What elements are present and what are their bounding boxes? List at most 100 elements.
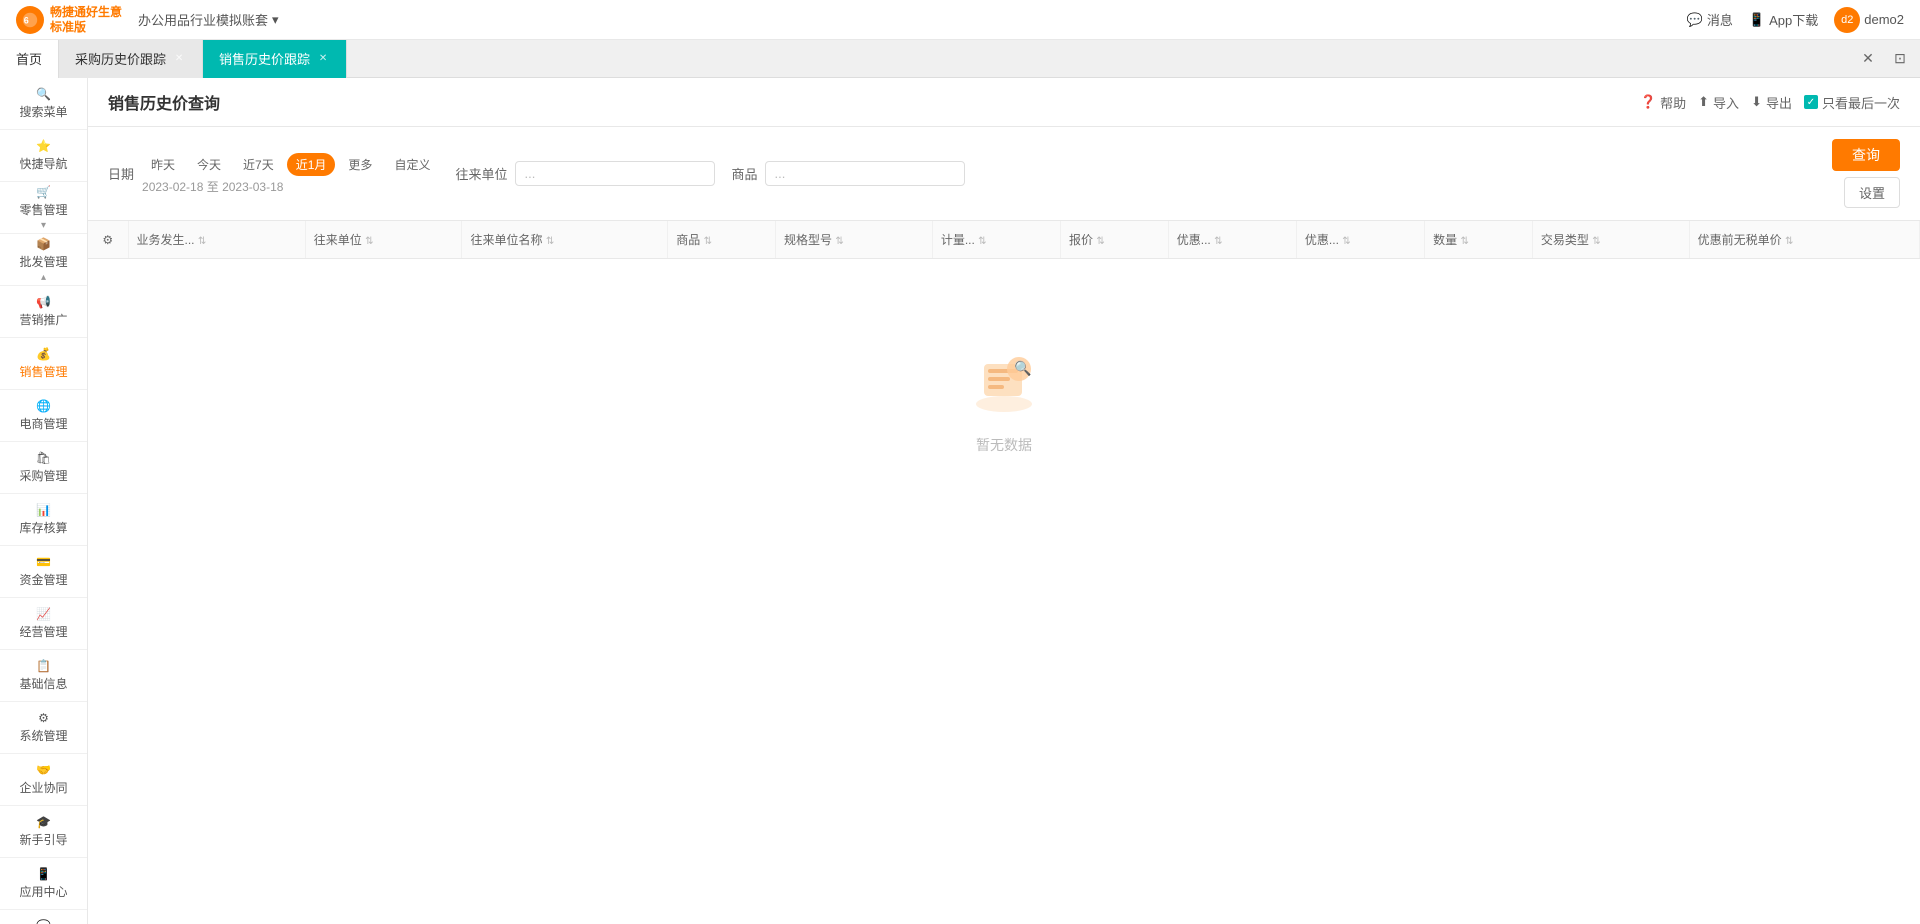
export-action[interactable]: ⬇ 导出 xyxy=(1751,93,1792,112)
th-supplier-name[interactable]: 往来单位名称 ⇅ xyxy=(462,221,668,259)
th-pre-discount-price[interactable]: 优惠前无税单价 ⇅ xyxy=(1689,221,1919,259)
date-btn-yesterday[interactable]: 昨天 xyxy=(142,153,184,176)
sidebar-item-retail-mgmt[interactable]: 🛒 零售管理 ▾ xyxy=(0,182,87,234)
sidebar-item-new-guide[interactable]: 🎓 新手引导 xyxy=(0,806,87,858)
ops-icon: 📈 xyxy=(36,607,51,621)
user-profile[interactable]: d2 demo2 xyxy=(1834,7,1904,33)
wholesale-icon: 📦 xyxy=(36,237,51,251)
message-action[interactable]: 💬 消息 xyxy=(1687,10,1733,29)
sidebar-item-inventory[interactable]: 📊 库存核算 xyxy=(0,494,87,546)
message-icon: 💬 xyxy=(1687,12,1703,28)
filter-bar: 日期 昨天 今天 近7天 近1月 更多 自定义 2023-02-18 至 202… xyxy=(88,127,1920,221)
th-biz-date[interactable]: 业务发生... ⇅ xyxy=(128,221,305,259)
sidebar-item-ecommerce-mgmt[interactable]: 🌐 电商管理 xyxy=(0,390,87,442)
sidebar-item-wholesale-mgmt[interactable]: 📦 批发管理 ▴ xyxy=(0,234,87,286)
th-discount1[interactable]: 优惠... ⇅ xyxy=(1168,221,1296,259)
app-icon: 📱 xyxy=(36,867,51,881)
sidebar-item-ops-mgmt[interactable]: 📈 经营管理 xyxy=(0,598,87,650)
sort-icon: ⇅ xyxy=(1785,236,1793,247)
settings-button[interactable]: 设置 xyxy=(1844,177,1900,208)
gear-icon: ⚙ xyxy=(102,233,113,247)
logo-area: 6 畅捷通好生意 标准版 xyxy=(16,5,122,34)
date-btn-1month[interactable]: 近1月 xyxy=(287,153,336,176)
finance-icon: 💳 xyxy=(36,555,51,569)
top-bar-right: 💬 消息 📱 App下载 d2 demo2 xyxy=(1687,7,1904,33)
sort-icon: ⇅ xyxy=(835,236,843,247)
date-filter-wrap: 昨天 今天 近7天 近1月 更多 自定义 2023-02-18 至 2023-0… xyxy=(142,153,439,195)
sidebar-item-enterprise-collab[interactable]: 🤝 企业协同 xyxy=(0,754,87,806)
sort-icon: ⇅ xyxy=(1342,236,1350,247)
logo-icon: 6 xyxy=(16,6,44,34)
window-controls: ✕ ⊡ xyxy=(1856,47,1920,71)
sort-icon: ⇅ xyxy=(1592,236,1600,247)
date-btn-today[interactable]: 今天 xyxy=(188,153,230,176)
sidebar-item-sales-mgmt[interactable]: 💰 销售管理 xyxy=(0,338,87,390)
th-discount2[interactable]: 优惠... ⇅ xyxy=(1296,221,1424,259)
date-label: 日期 xyxy=(108,164,134,183)
retail-icon: 🛒 xyxy=(36,185,51,199)
sort-icon: ⇅ xyxy=(546,236,554,247)
th-goods[interactable]: 商品 ⇅ xyxy=(668,221,776,259)
chevron-down-icon: ▾ xyxy=(272,12,279,28)
sidebar-item-app-center[interactable]: 📱 应用中心 xyxy=(0,858,87,910)
sidebar-item-finance-mgmt[interactable]: 💳 资金管理 xyxy=(0,546,87,598)
th-trade-type[interactable]: 交易类型 ⇅ xyxy=(1532,221,1689,259)
date-btn-custom[interactable]: 自定义 xyxy=(385,153,439,176)
th-qty[interactable]: 数量 ⇅ xyxy=(1425,221,1533,259)
sidebar-item-enterprise-wechat[interactable]: 💬 企业微信 xyxy=(0,910,87,924)
wechat-icon: 💬 xyxy=(36,919,51,924)
promo-icon: 📢 xyxy=(36,295,51,309)
sidebar-item-search-menu[interactable]: 🔍 搜索菜单 xyxy=(0,78,87,130)
maximize-window-btn[interactable]: ⊡ xyxy=(1888,47,1912,71)
svg-text:🔍: 🔍 xyxy=(1014,359,1031,377)
import-action[interactable]: ⬆ 导入 xyxy=(1698,93,1739,112)
help-action[interactable]: ❓ 帮助 xyxy=(1640,93,1686,112)
empty-text: 暂无数据 xyxy=(976,435,1032,455)
page-header: 销售历史价查询 ❓ 帮助 ⬆ 导入 ⬇ 导出 只看最后一次 xyxy=(88,78,1920,127)
th-spec[interactable]: 规格型号 ⇅ xyxy=(776,221,933,259)
chevron-up-icon: ▴ xyxy=(41,272,46,283)
date-btn-last7[interactable]: 近7天 xyxy=(234,153,283,176)
guide-icon: 🎓 xyxy=(36,815,51,829)
page-title: 销售历史价查询 xyxy=(108,90,220,126)
download-icon: 📱 xyxy=(1749,12,1765,28)
sales-icon: 💰 xyxy=(36,347,51,361)
help-icon: ❓ xyxy=(1640,94,1656,110)
tab-sales-history[interactable]: 销售历史价跟踪 ✕ xyxy=(203,40,347,78)
close-window-btn[interactable]: ✕ xyxy=(1856,47,1880,71)
avatar: d2 xyxy=(1834,7,1860,33)
app-download-action[interactable]: 📱 App下载 xyxy=(1749,10,1818,29)
close-tab-sales[interactable]: ✕ xyxy=(316,52,330,66)
sidebar-item-sys-settings[interactable]: ⚙ 系统管理 xyxy=(0,702,87,754)
sidebar-item-mkt-promo[interactable]: 📢 营销推广 xyxy=(0,286,87,338)
th-supplier[interactable]: 往来单位 ⇅ xyxy=(305,221,462,259)
app-selector[interactable]: 办公用品行业模拟账套 ▾ xyxy=(130,6,287,33)
date-presets: 昨天 今天 近7天 近1月 更多 自定义 xyxy=(142,153,439,176)
query-button[interactable]: 查询 xyxy=(1832,139,1900,171)
data-table: ⚙ 业务发生... ⇅ 往来单位 ⇅ 往来单位名称 ⇅ xyxy=(88,221,1920,259)
date-btn-more[interactable]: 更多 xyxy=(339,153,381,176)
sidebar-item-basic-info[interactable]: 📋 基础信息 xyxy=(0,650,87,702)
tab-home[interactable]: 首页 xyxy=(0,40,59,78)
supplier-input[interactable]: ... xyxy=(515,161,715,186)
th-gear[interactable]: ⚙ xyxy=(88,221,128,259)
close-tab-purchase[interactable]: ✕ xyxy=(172,52,186,66)
sidebar-item-quick-nav[interactable]: ⭐ 快捷导航 xyxy=(0,130,87,182)
sidebar-item-purchase-mgmt[interactable]: 🛍 采购管理 xyxy=(0,442,87,494)
show-last-once-checkbox[interactable]: 只看最后一次 xyxy=(1804,93,1900,112)
sort-icon: ⇅ xyxy=(1096,236,1104,247)
date-filter-group: 日期 昨天 今天 近7天 近1月 更多 自定义 2023-02-18 至 202… xyxy=(108,153,439,195)
th-quote[interactable]: 报价 ⇅ xyxy=(1060,221,1168,259)
empty-illustration: 🔍 xyxy=(964,339,1044,419)
goods-input[interactable]: ... xyxy=(765,161,965,186)
inventory-icon: 📊 xyxy=(36,503,51,517)
goods-filter-group: 商品 ... xyxy=(731,161,965,186)
table-header-row: ⚙ 业务发生... ⇅ 往来单位 ⇅ 往来单位名称 ⇅ xyxy=(88,221,1920,259)
sort-icon: ⇅ xyxy=(1460,236,1468,247)
tab-purchase-history[interactable]: 采购历史价跟踪 ✕ xyxy=(59,40,203,78)
sort-icon: ⇅ xyxy=(978,236,986,247)
goods-label: 商品 xyxy=(731,164,757,183)
ecommerce-icon: 🌐 xyxy=(36,399,51,413)
sort-icon: ⇅ xyxy=(1214,236,1222,247)
th-unit[interactable]: 计量... ⇅ xyxy=(932,221,1060,259)
